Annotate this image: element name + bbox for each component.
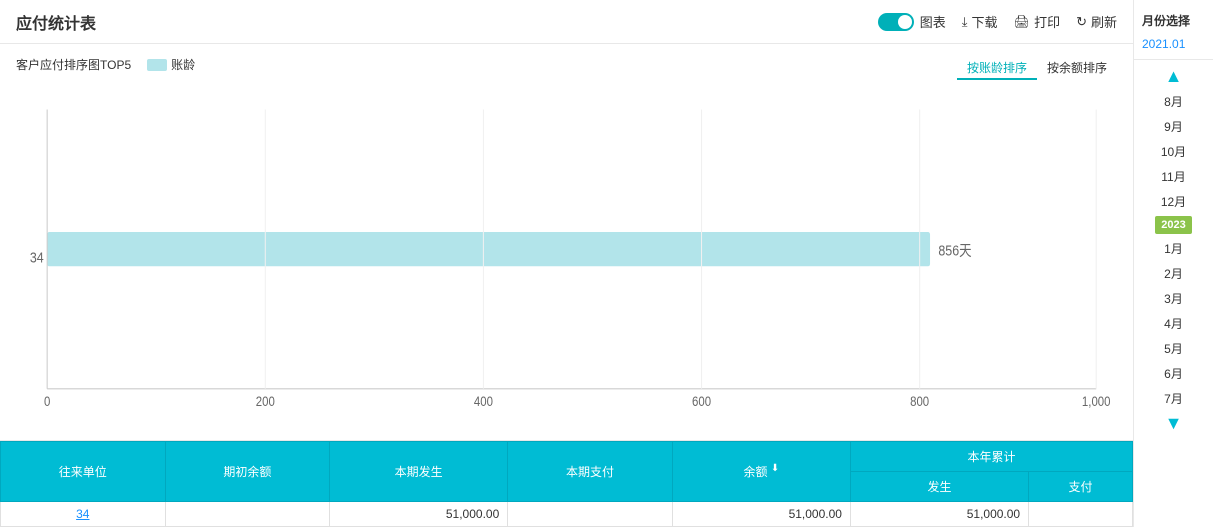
refresh-icon: ↻ <box>1076 14 1087 30</box>
col-header-annual: 本年累计 <box>850 442 1132 472</box>
download-label: 下载 <box>972 12 998 31</box>
sidebar-month-5[interactable]: 5月 <box>1134 336 1213 361</box>
sidebar-month-1[interactable]: 1月 <box>1134 236 1213 261</box>
cell-current-occur: 51,000.00 <box>330 502 508 527</box>
sidebar-month-3[interactable]: 3月 <box>1134 286 1213 311</box>
legend-box-item: 账龄 <box>147 56 195 73</box>
page-title: 应付统计表 <box>16 10 96 34</box>
col-header-balance: 余额 ⬇ <box>672 442 850 502</box>
sidebar: 月份选择 2021.01 ▲ 8月 9月 10月 11月 12月 2023 1月… <box>1133 0 1213 527</box>
download-button[interactable]: ⤓ 下载 <box>962 12 998 31</box>
refresh-button[interactable]: ↻ 刷新 <box>1076 12 1117 31</box>
sidebar-year[interactable]: 2021.01 <box>1134 33 1213 55</box>
svg-text:1,000: 1,000 <box>1082 394 1111 409</box>
cell-balance: 51,000.00 <box>672 502 850 527</box>
cell-current-pay <box>508 502 673 527</box>
download-icon: ⤓ <box>962 14 968 30</box>
svg-text:856天: 856天 <box>938 242 972 258</box>
sidebar-month-6[interactable]: 6月 <box>1134 361 1213 386</box>
svg-text:800: 800 <box>910 394 929 409</box>
col-header-current-pay: 本期支付 <box>508 442 673 502</box>
cell-annual-pay <box>1029 502 1133 527</box>
svg-text:0: 0 <box>44 394 50 409</box>
cell-annual-occur: 51,000.00 <box>850 502 1028 527</box>
svg-text:200: 200 <box>256 394 275 409</box>
sort-tabs: 按账龄排序 按余额排序 <box>957 57 1117 80</box>
sidebar-month-11[interactable]: 11月 <box>1134 164 1213 189</box>
data-table: 往来单位 期初余额 本期发生 本期支付 余额 ⬇ 本年累计 发生 <box>0 441 1133 527</box>
sidebar-month-2[interactable]: 2月 <box>1134 261 1213 286</box>
col-header-annual-pay: 支付 <box>1029 472 1133 502</box>
sidebar-month-8[interactable]: 8月 <box>1134 89 1213 114</box>
legend-box-label: 账龄 <box>171 56 195 73</box>
sidebar-month-12[interactable]: 12月 <box>1134 189 1213 214</box>
toggle-label: 图表 <box>920 12 946 31</box>
col-header-current-occur: 本期发生 <box>330 442 508 502</box>
col-header-annual-occur: 发生 <box>850 472 1028 502</box>
col-header-opening: 期初余额 <box>165 442 330 502</box>
svg-text:34: 34 <box>30 250 44 266</box>
table-row: 34 51,000.00 51,000.00 51,000.00 <box>1 502 1133 527</box>
sidebar-year-badge: 2023 <box>1155 216 1191 234</box>
svg-text:400: 400 <box>474 394 493 409</box>
print-icon: 🖨 <box>1014 14 1031 30</box>
print-label: 打印 <box>1034 12 1060 31</box>
table-area: 往来单位 期初余额 本期发生 本期支付 余额 ⬇ 本年累计 发生 <box>0 440 1133 527</box>
sidebar-nav: ▲ 8月 9月 10月 11月 12月 2023 1月 2月 3月 4月 5月 … <box>1134 64 1213 436</box>
sidebar-month-10[interactable]: 10月 <box>1134 139 1213 164</box>
col-header-unit: 往来单位 <box>1 442 166 502</box>
legend-title: 客户应付排序图TOP5 <box>16 56 131 73</box>
chart-toggle-wrap: 图表 <box>878 12 946 31</box>
sort-tab-age[interactable]: 按账龄排序 <box>957 57 1037 80</box>
sort-tab-balance[interactable]: 按余额排序 <box>1037 57 1117 80</box>
chart-container: 34 856天 0 200 400 600 800 1,000 <box>16 85 1117 428</box>
refresh-label: 刷新 <box>1091 12 1117 31</box>
sidebar-down-arrow[interactable]: ▼ <box>1163 411 1185 436</box>
legend-color-box <box>147 59 167 71</box>
cell-opening <box>165 502 330 527</box>
sidebar-title: 月份选择 <box>1134 8 1213 33</box>
chart-svg: 34 856天 0 200 400 600 800 1,000 <box>16 85 1117 428</box>
sidebar-month-9[interactable]: 9月 <box>1134 114 1213 139</box>
sidebar-up-arrow[interactable]: ▲ <box>1163 64 1185 89</box>
chart-toggle[interactable] <box>878 13 914 31</box>
print-button[interactable]: 🖨 打印 <box>1014 12 1061 31</box>
cell-unit[interactable]: 34 <box>1 502 166 527</box>
sidebar-month-7[interactable]: 7月 <box>1134 386 1213 411</box>
sidebar-month-4[interactable]: 4月 <box>1134 311 1213 336</box>
table-container: 往来单位 期初余额 本期发生 本期支付 余额 ⬇ 本年累计 发生 <box>0 441 1133 527</box>
svg-text:600: 600 <box>692 394 711 409</box>
